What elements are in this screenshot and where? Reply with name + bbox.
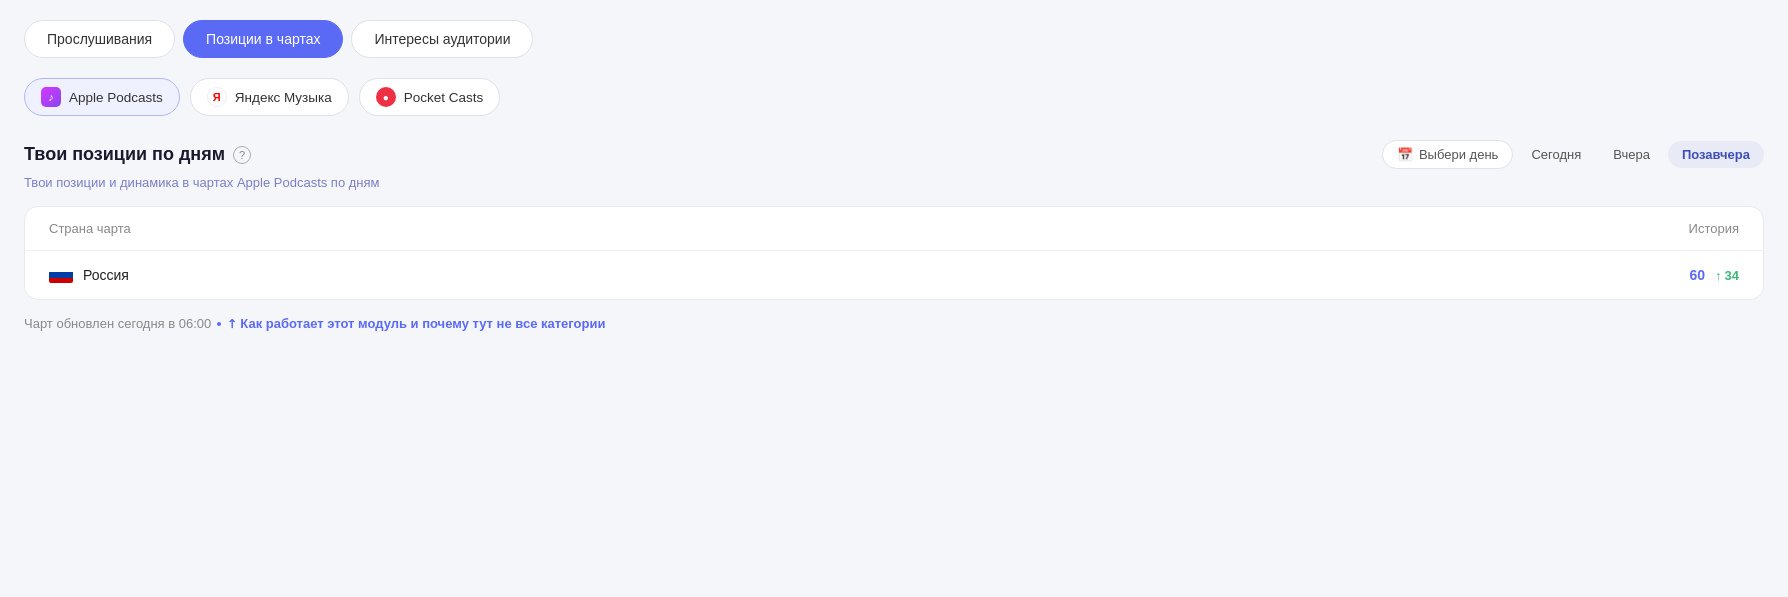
arrow-up-icon: ↑	[1715, 268, 1722, 283]
service-apple-label: Apple Podcasts	[69, 90, 163, 105]
service-tabs: ♪ Apple Podcasts Я Яндекс Музыка ● Pocke…	[24, 78, 1764, 116]
history-cell: 60 ↑ 34	[1689, 267, 1739, 283]
flag-red-stripe	[49, 278, 73, 283]
russia-flag	[49, 267, 73, 283]
service-pocket[interactable]: ● Pocket Casts	[359, 78, 501, 116]
calendar-icon: 📅	[1397, 147, 1413, 162]
country-name: Россия	[83, 267, 129, 283]
yesterday-button[interactable]: Вчера	[1599, 141, 1664, 168]
section-header: Твои позиции по дням ? 📅 Выбери день Сег…	[24, 140, 1764, 169]
table-row: Россия 60 ↑ 34	[25, 251, 1763, 299]
top-tabs: Прослушивания Позиции в чартах Интересы …	[24, 20, 1764, 58]
service-yandex[interactable]: Я Яндекс Музыка	[190, 78, 349, 116]
section-subtitle: Твои позиции и динамика в чартах Apple P…	[24, 175, 1764, 190]
calendar-label: Выбери день	[1419, 147, 1498, 162]
section-title-row: Твои позиции по дням ?	[24, 144, 251, 165]
pocket-icon: ●	[376, 87, 396, 107]
footer-link[interactable]: ↗ Как работает этот модуль и почему тут …	[227, 316, 605, 331]
service-yandex-label: Яндекс Музыка	[235, 90, 332, 105]
apple-icon: ♪	[41, 87, 61, 107]
change-value: 34	[1725, 268, 1739, 283]
col-country-label: Страна чарта	[49, 221, 131, 236]
tab-charts[interactable]: Позиции в чартах	[183, 20, 343, 58]
calendar-button[interactable]: 📅 Выбери день	[1382, 140, 1513, 169]
col-history-label: История	[1689, 221, 1739, 236]
service-apple[interactable]: ♪ Apple Podcasts	[24, 78, 180, 116]
tab-listenings[interactable]: Прослушивания	[24, 20, 175, 58]
external-link-icon: ↗	[224, 315, 241, 332]
tab-interests[interactable]: Интересы аудитории	[351, 20, 533, 58]
position-number: 60	[1689, 267, 1705, 283]
today-button[interactable]: Сегодня	[1517, 141, 1595, 168]
country-cell: Россия	[49, 267, 129, 283]
help-icon[interactable]: ?	[233, 146, 251, 164]
yandex-icon: Я	[207, 87, 227, 107]
service-pocket-label: Pocket Casts	[404, 90, 484, 105]
footer: Чарт обновлен сегодня в 06:00 ↗ Как рабо…	[24, 316, 1764, 331]
chart-table: Страна чарта История Россия 60 ↑ 34	[24, 206, 1764, 300]
footer-update-text: Чарт обновлен сегодня в 06:00	[24, 316, 211, 331]
change-badge: ↑ 34	[1715, 268, 1739, 283]
footer-dot	[217, 322, 221, 326]
day-before-button[interactable]: Позавчера	[1668, 141, 1764, 168]
date-filters: 📅 Выбери день Сегодня Вчера Позавчера	[1382, 140, 1764, 169]
table-header: Страна чарта История	[25, 207, 1763, 251]
section-title: Твои позиции по дням	[24, 144, 225, 165]
footer-link-text: Как работает этот модуль и почему тут не…	[240, 316, 605, 331]
